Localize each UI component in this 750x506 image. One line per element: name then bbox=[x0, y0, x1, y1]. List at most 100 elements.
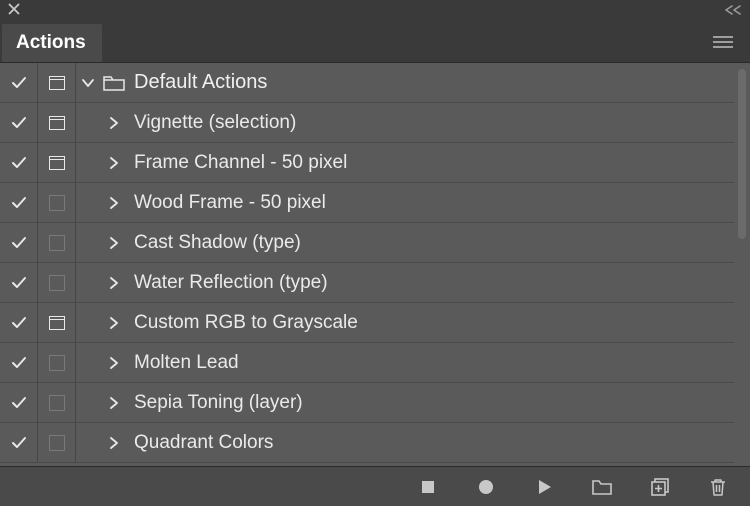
actions-list-container: Default Actions Vignette (selection) Fra… bbox=[0, 62, 750, 466]
chevron-right-icon bbox=[108, 156, 120, 170]
expand-action-toggle[interactable] bbox=[100, 236, 128, 250]
play-button[interactable] bbox=[530, 473, 558, 501]
collapse-panel-icon[interactable] bbox=[724, 2, 742, 20]
toggle-dialog-checkbox[interactable] bbox=[38, 263, 76, 302]
action-name[interactable]: Molten Lead bbox=[128, 352, 734, 374]
action-name[interactable]: Frame Channel - 50 pixel bbox=[128, 152, 734, 174]
action-row[interactable]: Water Reflection (type) bbox=[0, 263, 734, 303]
toggle-dialog-checkbox[interactable] bbox=[38, 103, 76, 142]
action-name[interactable]: Wood Frame - 50 pixel bbox=[128, 192, 734, 214]
check-icon bbox=[10, 314, 28, 332]
expand-set-toggle[interactable] bbox=[76, 76, 100, 90]
dialog-on-icon bbox=[49, 76, 65, 90]
expand-action-toggle[interactable] bbox=[100, 436, 128, 450]
check-icon bbox=[10, 434, 28, 452]
toggle-dialog-checkbox[interactable] bbox=[38, 343, 76, 382]
toggle-enable-checkbox[interactable] bbox=[0, 383, 38, 422]
expand-action-toggle[interactable] bbox=[100, 156, 128, 170]
chevron-right-icon bbox=[108, 316, 120, 330]
expand-action-toggle[interactable] bbox=[100, 276, 128, 290]
dialog-off-icon bbox=[49, 395, 65, 411]
toggle-dialog-checkbox[interactable] bbox=[38, 383, 76, 422]
close-icon[interactable] bbox=[8, 2, 20, 20]
tab-label: Actions bbox=[16, 32, 86, 53]
check-icon bbox=[10, 154, 28, 172]
chevron-down-icon bbox=[81, 76, 95, 90]
new-set-button[interactable] bbox=[588, 473, 616, 501]
action-name[interactable]: Water Reflection (type) bbox=[128, 272, 734, 294]
action-name[interactable]: Quadrant Colors bbox=[128, 432, 734, 454]
action-row[interactable]: Cast Shadow (type) bbox=[0, 223, 734, 263]
toggle-enable-checkbox[interactable] bbox=[0, 263, 38, 302]
hamburger-icon bbox=[712, 35, 734, 49]
toggle-enable-checkbox[interactable] bbox=[0, 183, 38, 222]
dialog-off-icon bbox=[49, 275, 65, 291]
toggle-dialog-checkbox[interactable] bbox=[38, 183, 76, 222]
expand-action-toggle[interactable] bbox=[100, 316, 128, 330]
action-row[interactable]: Wood Frame - 50 pixel bbox=[0, 183, 734, 223]
trash-icon bbox=[709, 477, 727, 497]
chevron-right-icon bbox=[108, 356, 120, 370]
action-set-name[interactable]: Default Actions bbox=[128, 71, 734, 94]
dialog-off-icon bbox=[49, 435, 65, 451]
toggle-enable-checkbox[interactable] bbox=[0, 423, 38, 462]
toggle-dialog-checkbox[interactable] bbox=[38, 223, 76, 262]
record-button[interactable] bbox=[472, 473, 500, 501]
action-row[interactable]: Frame Channel - 50 pixel bbox=[0, 143, 734, 183]
toggle-enable-checkbox[interactable] bbox=[0, 303, 38, 342]
chevron-right-icon bbox=[108, 396, 120, 410]
tab-actions[interactable]: Actions bbox=[2, 24, 102, 62]
action-name[interactable]: Vignette (selection) bbox=[128, 112, 734, 134]
action-set-row[interactable]: Default Actions bbox=[0, 63, 734, 103]
action-row[interactable]: Vignette (selection) bbox=[0, 103, 734, 143]
expand-action-toggle[interactable] bbox=[100, 356, 128, 370]
action-name[interactable]: Sepia Toning (layer) bbox=[128, 392, 734, 414]
stop-button[interactable] bbox=[414, 473, 442, 501]
check-icon bbox=[10, 354, 28, 372]
chevron-right-icon bbox=[108, 116, 120, 130]
panel-tabbar: Actions bbox=[0, 22, 750, 62]
action-row[interactable]: Sepia Toning (layer) bbox=[0, 383, 734, 423]
folder-icon bbox=[591, 478, 613, 496]
new-action-button[interactable] bbox=[646, 473, 674, 501]
action-name[interactable]: Cast Shadow (type) bbox=[128, 232, 734, 254]
check-icon bbox=[10, 234, 28, 252]
check-icon bbox=[10, 394, 28, 412]
actions-footer-toolbar bbox=[0, 466, 750, 506]
check-icon bbox=[10, 74, 28, 92]
scrollbar-thumb[interactable] bbox=[738, 69, 746, 239]
action-row[interactable]: Molten Lead bbox=[0, 343, 734, 383]
expand-action-toggle[interactable] bbox=[100, 196, 128, 210]
expand-action-toggle[interactable] bbox=[100, 396, 128, 410]
toggle-enable-checkbox[interactable] bbox=[0, 343, 38, 382]
action-row[interactable]: Quadrant Colors bbox=[0, 423, 734, 463]
dialog-off-icon bbox=[49, 355, 65, 371]
check-icon bbox=[10, 194, 28, 212]
dialog-off-icon bbox=[49, 235, 65, 251]
toggle-dialog-checkbox[interactable] bbox=[38, 303, 76, 342]
toggle-enable-checkbox[interactable] bbox=[0, 143, 38, 182]
action-row[interactable]: Custom RGB to Grayscale bbox=[0, 303, 734, 343]
expand-action-toggle[interactable] bbox=[100, 116, 128, 130]
panel-menu-button[interactable] bbox=[706, 22, 740, 62]
action-name[interactable]: Custom RGB to Grayscale bbox=[128, 312, 734, 334]
dialog-on-icon bbox=[49, 116, 65, 130]
check-icon bbox=[10, 274, 28, 292]
toggle-dialog-checkbox[interactable] bbox=[38, 143, 76, 182]
folder-icon bbox=[100, 75, 128, 91]
toggle-enable-checkbox[interactable] bbox=[0, 103, 38, 142]
toggle-dialog-checkbox[interactable] bbox=[38, 63, 76, 102]
play-icon bbox=[535, 478, 553, 496]
chevron-right-icon bbox=[108, 276, 120, 290]
dialog-on-icon bbox=[49, 316, 65, 330]
toggle-enable-checkbox[interactable] bbox=[0, 223, 38, 262]
toggle-enable-checkbox[interactable] bbox=[0, 63, 38, 102]
chevron-right-icon bbox=[108, 196, 120, 210]
delete-button[interactable] bbox=[704, 473, 732, 501]
dialog-off-icon bbox=[49, 195, 65, 211]
toggle-dialog-checkbox[interactable] bbox=[38, 423, 76, 462]
dialog-on-icon bbox=[49, 156, 65, 170]
panel-titlebar bbox=[0, 0, 750, 22]
new-page-icon bbox=[650, 477, 670, 497]
actions-list[interactable]: Default Actions Vignette (selection) Fra… bbox=[0, 63, 734, 466]
